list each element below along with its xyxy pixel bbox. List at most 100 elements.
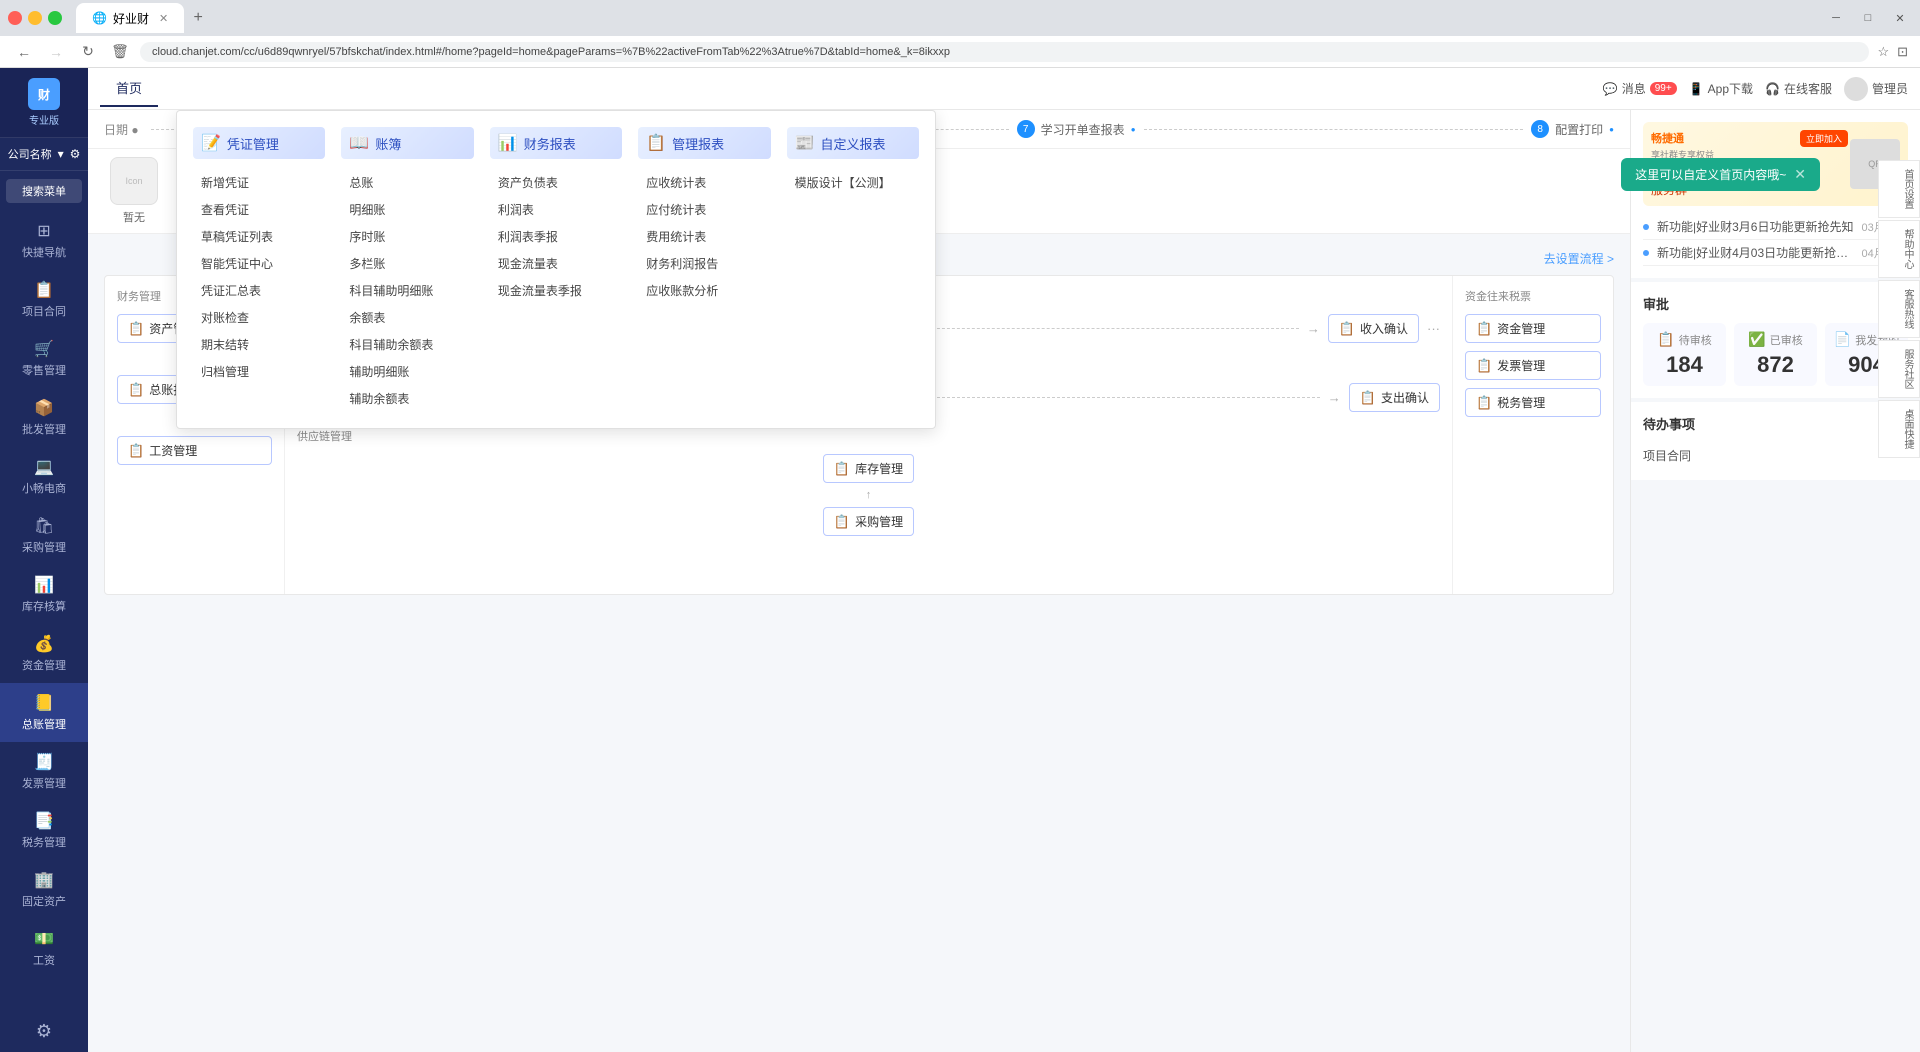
sidebar-item-xiaochang[interactable]: 💻 小畅电商: [0, 447, 88, 506]
wf-inventory[interactable]: 📋 库存管理: [823, 454, 914, 483]
dd-item-zb-8[interactable]: 辅助余额表: [341, 385, 473, 412]
settings-icon[interactable]: ⚙: [70, 147, 81, 161]
sidebar-search-box[interactable]: 搜索菜单: [6, 179, 82, 203]
url-input[interactable]: cloud.chanjet.com/cc/u6d89qwnryel/57bfsk…: [140, 42, 1869, 62]
dd-item-gl-2[interactable]: 费用统计表: [638, 223, 770, 250]
quick-btn-homepage[interactable]: 首页设置: [1878, 160, 1920, 218]
news-item-1[interactable]: 新功能|好业财4月03日功能更新抢先知 04月03日: [1643, 240, 1908, 266]
browser-close-btn[interactable]: [8, 11, 22, 25]
sidebar-item-gongzi[interactable]: 💵 工资: [0, 919, 88, 978]
new-tab-button[interactable]: +: [184, 4, 212, 32]
dd-item-cw-4[interactable]: 现金流量表季报: [490, 277, 622, 304]
dropdown-header-glbb[interactable]: 📋 管理报表: [638, 127, 770, 159]
dd-item-cw-1[interactable]: 利润表: [490, 196, 622, 223]
sidebar-item-kucun[interactable]: 📊 库存核算: [0, 565, 88, 624]
dd-item-zb-3[interactable]: 多栏账: [341, 250, 473, 277]
bookmark-icon[interactable]: ☆: [1877, 44, 1889, 60]
quick-btn-community[interactable]: 服务社区: [1878, 340, 1920, 398]
dd-item-pz-3[interactable]: 智能凭证中心: [193, 250, 325, 277]
approval-pending[interactable]: 📋 待审核 184: [1643, 323, 1726, 386]
online-service-btn[interactable]: 🎧 在线客服: [1765, 80, 1832, 97]
sidebar-item-zhangzhang[interactable]: 📒 总账管理: [0, 683, 88, 742]
forward-button[interactable]: →: [44, 40, 68, 64]
sidebar-search-area[interactable]: 搜索菜单: [0, 171, 88, 211]
browser-minimize-btn[interactable]: [28, 11, 42, 25]
dd-item-zb-1[interactable]: 明细账: [341, 196, 473, 223]
win-minimize-btn[interactable]: ─: [1824, 6, 1848, 30]
dd-item-gl-1[interactable]: 应付统计表: [638, 196, 770, 223]
dd-item-gl-0[interactable]: 应收统计表: [638, 169, 770, 196]
dd-item-cw-0[interactable]: 资产负债表: [490, 169, 622, 196]
back-button[interactable]: ←: [12, 40, 36, 64]
pending-item-0[interactable]: 项目合同: [1643, 443, 1908, 468]
tab-close-icon[interactable]: ✕: [159, 12, 168, 25]
wf-expense-confirm[interactable]: 📋 支出确认: [1349, 383, 1440, 412]
dd-item-pz-5[interactable]: 对账检查: [193, 304, 325, 331]
dd-item-zb-5[interactable]: 余额表: [341, 304, 473, 331]
dd-item-pz-7[interactable]: 归档管理: [193, 358, 325, 385]
dd-item-cw-2[interactable]: 利润表季报: [490, 223, 622, 250]
quick-btn-desktop[interactable]: 桌面快捷: [1878, 400, 1920, 458]
sidebar-item-caigou[interactable]: 🛍 采购管理: [0, 506, 88, 565]
sidebar-item-lingshou[interactable]: 🛒 零售管理: [0, 329, 88, 388]
step-label-8: 配置打印: [1555, 121, 1603, 138]
supply-title: 供应链管理: [297, 428, 1440, 444]
dd-item-zb-6[interactable]: 科目辅助余额表: [341, 331, 473, 358]
message-btn[interactable]: 💬 消息 99+: [1603, 80, 1677, 97]
sidebar-item-zijin[interactable]: 💰 资金管理: [0, 624, 88, 683]
payroll-label: 工资管理: [149, 442, 197, 459]
dd-item-zdy-0[interactable]: 模版设计【公测】: [787, 169, 919, 196]
dd-item-pz-0[interactable]: 新增凭证: [193, 169, 325, 196]
dd-item-pz-2[interactable]: 草稿凭证列表: [193, 223, 325, 250]
dropdown-header-zb[interactable]: 📖 账簿: [341, 127, 473, 159]
income-confirm-label: 收入确认: [1360, 320, 1408, 337]
sidebar-gear-button[interactable]: ⚙: [0, 1011, 88, 1052]
wf-invoice-mgmt[interactable]: 📋 发票管理: [1465, 351, 1601, 380]
dd-item-pz-1[interactable]: 查看凭证: [193, 196, 325, 223]
company-selector[interactable]: 公司名称 ▾ ⚙: [0, 138, 90, 171]
browser-maximize-btn[interactable]: [48, 11, 62, 25]
dd-item-zb-0[interactable]: 总账: [341, 169, 473, 196]
sidebar-item-shuiwu[interactable]: 📑 税务管理: [0, 801, 88, 860]
delete-button[interactable]: 🗑: [108, 40, 132, 64]
shortcut-empty-1[interactable]: Icon 暂无: [104, 157, 164, 225]
right-scroll-area[interactable]: [1631, 484, 1920, 1052]
dropdown-header-cwbb[interactable]: 📊 财务报表: [490, 127, 622, 159]
news-item-0[interactable]: 新功能|好业财3月6日功能更新抢先知 03月06日: [1643, 214, 1908, 240]
dd-item-gl-4[interactable]: 应收账款分析: [638, 277, 770, 304]
active-tab[interactable]: 🌐 好业财 ✕: [76, 3, 184, 33]
dd-item-pz-4[interactable]: 凭证汇总表: [193, 277, 325, 304]
invoice-icon: 📋: [1476, 358, 1492, 374]
sidebar-item-kuaijie[interactable]: ⊞ 快捷导航: [0, 211, 88, 270]
quick-btn-service[interactable]: 客服热线: [1878, 280, 1920, 338]
user-btn[interactable]: 管理员: [1844, 77, 1908, 101]
wf-payroll-item[interactable]: 📋 工资管理: [117, 436, 272, 465]
wf-income-confirm[interactable]: 📋 收入确认: [1328, 314, 1419, 343]
dd-item-cw-3[interactable]: 现金流量表: [490, 250, 622, 277]
tab-home[interactable]: 首页: [100, 70, 158, 107]
win-restore-btn[interactable]: □: [1856, 6, 1880, 30]
approval-done[interactable]: ✅ 已审核 872: [1734, 323, 1817, 386]
app-download-btn[interactable]: 📱 App下载: [1689, 80, 1753, 97]
dd-item-zb-2[interactable]: 序时账: [341, 223, 473, 250]
wf-tax-mgmt[interactable]: 📋 税务管理: [1465, 388, 1601, 417]
cast-icon[interactable]: ⊡: [1897, 44, 1908, 60]
sidebar-item-pifa[interactable]: 📦 批发管理: [0, 388, 88, 447]
tooltip-close-btn[interactable]: ✕: [1794, 166, 1806, 183]
wf-fund-mgmt[interactable]: 📋 资金管理: [1465, 314, 1601, 343]
wf-purchase[interactable]: 📋 采购管理: [823, 507, 914, 536]
dd-item-gl-3[interactable]: 财务利润报告: [638, 250, 770, 277]
refresh-button[interactable]: ↻: [76, 40, 100, 64]
dropdown-header-zdybb[interactable]: 📰 自定义报表: [787, 127, 919, 159]
win-close-btn[interactable]: ✕: [1888, 6, 1912, 30]
setup-flow-link[interactable]: 去设置流程 >: [1544, 250, 1614, 267]
dd-item-zb-7[interactable]: 辅助明细账: [341, 358, 473, 385]
join-btn[interactable]: 立即加入: [1800, 130, 1848, 147]
sidebar-item-fapiao[interactable]: 🧾 发票管理: [0, 742, 88, 801]
dd-item-zb-4[interactable]: 科目辅助明细账: [341, 277, 473, 304]
dropdown-header-pz[interactable]: 📝 凭证管理: [193, 127, 325, 159]
sidebar-item-xiangmu[interactable]: 📋 项目合同: [0, 270, 88, 329]
sidebar-item-guding[interactable]: 🏢 固定资产: [0, 860, 88, 919]
quick-btn-help[interactable]: 帮助中心: [1878, 220, 1920, 278]
dd-item-pz-6[interactable]: 期末结转: [193, 331, 325, 358]
